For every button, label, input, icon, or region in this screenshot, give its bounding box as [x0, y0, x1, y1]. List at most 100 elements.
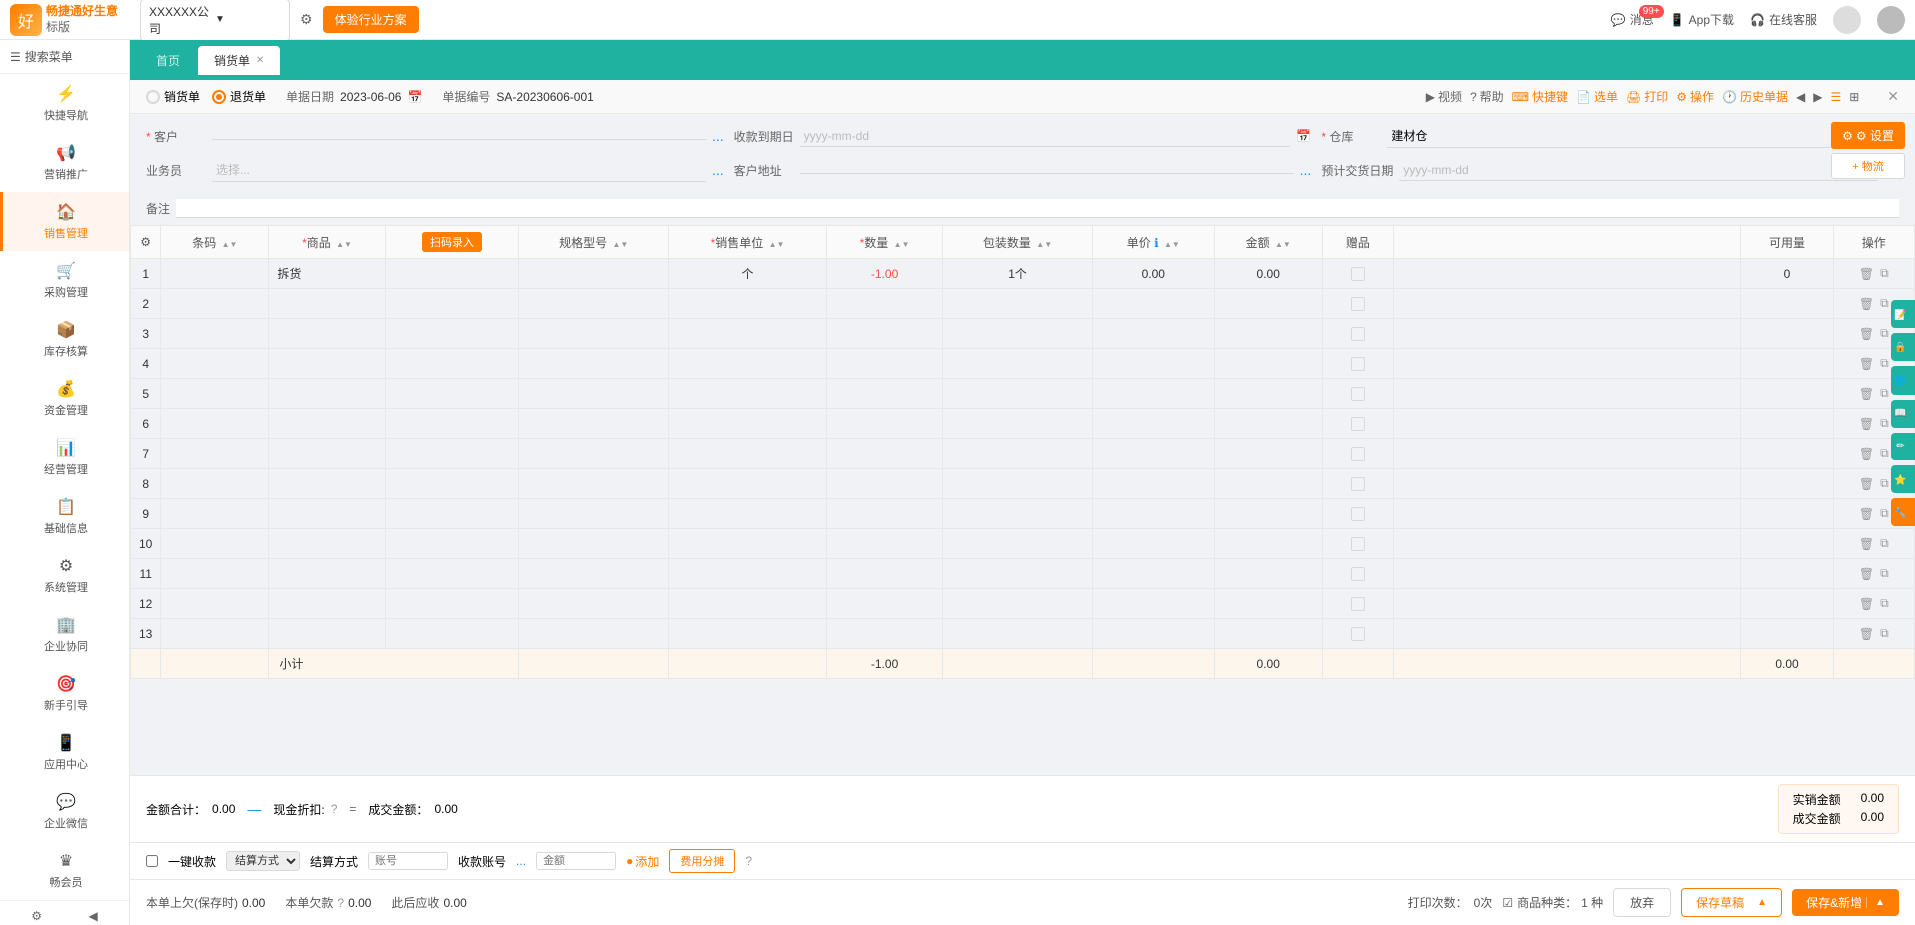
discount-info-icon[interactable]: ? — [331, 802, 338, 816]
row-pack-qty[interactable] — [943, 349, 1093, 379]
side-tab-star[interactable]: ⭐ — [1891, 465, 1915, 493]
row-barcode[interactable] — [161, 589, 269, 619]
row-quantity[interactable] — [826, 289, 942, 319]
row-remark[interactable] — [1394, 559, 1741, 589]
account-input[interactable] — [368, 852, 448, 870]
row-amount[interactable] — [1214, 589, 1322, 619]
copy-icon[interactable]: ⧉ — [1880, 386, 1889, 401]
row-pack-qty[interactable] — [943, 559, 1093, 589]
copy-icon[interactable]: ⧉ — [1880, 506, 1889, 521]
scan-col-header[interactable]: 扫码录入 — [385, 226, 519, 259]
row-amount[interactable] — [1214, 409, 1322, 439]
row-spec[interactable] — [519, 499, 669, 529]
sidebar-item-wechat[interactable]: 💬 企业微信 — [0, 782, 129, 841]
delete-icon[interactable]: 🗑 — [1859, 597, 1874, 611]
row-unit[interactable] — [669, 499, 827, 529]
row-amount[interactable] — [1214, 469, 1322, 499]
payment-help-icon[interactable]: ? — [745, 854, 752, 868]
row-barcode[interactable] — [161, 409, 269, 439]
row-amount[interactable] — [1214, 349, 1322, 379]
row-amount[interactable] — [1214, 379, 1322, 409]
delete-icon[interactable]: 🗑 — [1859, 327, 1874, 341]
logistics-button[interactable]: + 物流 — [1831, 153, 1905, 179]
row-unit[interactable] — [669, 559, 827, 589]
delete-icon[interactable]: 🗑 — [1859, 507, 1874, 521]
minus-icon[interactable]: — — [247, 801, 261, 817]
customer-dots-icon[interactable]: ... — [712, 128, 724, 144]
row-quantity[interactable] — [826, 469, 942, 499]
history-action[interactable]: 🕐 历史单据 — [1722, 88, 1788, 105]
sidebar-collapse-icon[interactable]: ◀ — [89, 909, 98, 923]
row-gift[interactable] — [1322, 379, 1393, 409]
row-pack-qty[interactable] — [943, 469, 1093, 499]
table-settings-icon[interactable]: ⚙ — [140, 235, 151, 249]
copy-icon[interactable]: ⧉ — [1880, 596, 1889, 611]
row-unit-price[interactable] — [1092, 349, 1214, 379]
sidebar-item-sales[interactable]: 🏠 销售管理 — [0, 192, 129, 251]
next-record-icon[interactable]: ▶ — [1813, 90, 1822, 104]
row-unit[interactable] — [669, 289, 827, 319]
save-draft-button[interactable]: 保存草稿 ▲ — [1681, 888, 1782, 917]
sidebar-item-basic[interactable]: 📋 基础信息 — [0, 487, 129, 546]
add-payment-button[interactable]: ● 添加 — [626, 853, 659, 870]
barcode-sort-icon[interactable]: ▲▼ — [222, 240, 238, 249]
one-click-payment-checkbox[interactable] — [146, 855, 158, 867]
sidebar-settings-icon[interactable]: ⚙ — [31, 909, 42, 923]
copy-icon[interactable]: ⧉ — [1880, 296, 1889, 311]
total-debt-info-icon[interactable]: ? — [337, 896, 344, 910]
row-remark[interactable] — [1394, 289, 1741, 319]
row-gift[interactable] — [1322, 529, 1393, 559]
row-barcode[interactable] — [161, 259, 269, 289]
row-gift[interactable] — [1322, 349, 1393, 379]
row-barcode[interactable] — [161, 619, 269, 649]
side-tab-book[interactable]: 📖 — [1891, 400, 1915, 428]
row-unit[interactable] — [669, 529, 827, 559]
copy-icon[interactable]: ⧉ — [1880, 446, 1889, 461]
prev-record-icon[interactable]: ◀ — [1796, 90, 1805, 104]
side-tab-note[interactable]: 📝 — [1891, 300, 1915, 328]
row-remark[interactable] — [1394, 619, 1741, 649]
row-spec[interactable] — [519, 619, 669, 649]
row-unit-price[interactable] — [1092, 499, 1214, 529]
copy-icon[interactable]: ⧉ — [1880, 566, 1889, 581]
row-pack-qty[interactable] — [943, 289, 1093, 319]
help-action[interactable]: ? 帮助 — [1470, 88, 1504, 105]
row-spec[interactable] — [519, 589, 669, 619]
row-quantity[interactable] — [826, 349, 942, 379]
save-new-button[interactable]: 保存&新增 ▲ — [1792, 889, 1899, 916]
expense-split-button[interactable]: 费用分摊 — [669, 849, 735, 873]
row-unit-price[interactable] — [1092, 469, 1214, 499]
due-date-calendar-icon[interactable]: 📅 — [1296, 129, 1311, 143]
row-unit-price[interactable] — [1092, 289, 1214, 319]
quantity-sort-icon[interactable]: ▲▼ — [894, 240, 910, 249]
copy-icon[interactable]: ⧉ — [1880, 356, 1889, 371]
delete-icon[interactable]: 🗑 — [1859, 267, 1874, 281]
settings-col-header[interactable]: ⚙ — [131, 226, 161, 259]
row-goods[interactable] — [269, 379, 385, 409]
row-goods[interactable] — [269, 289, 385, 319]
row-unit-price[interactable] — [1092, 589, 1214, 619]
tab-sales-order[interactable]: 销货单 ✕ — [198, 46, 280, 75]
row-goods[interactable] — [269, 439, 385, 469]
row-unit[interactable] — [669, 439, 827, 469]
remarks-input[interactable] — [176, 199, 1899, 218]
close-tab-icon[interactable]: ✕ — [256, 55, 264, 66]
sidebar-item-app-center[interactable]: 📱 应用中心 — [0, 723, 129, 782]
row-unit-price[interactable] — [1092, 559, 1214, 589]
row-spec[interactable] — [519, 439, 669, 469]
row-unit[interactable] — [669, 409, 827, 439]
side-tab-pencil[interactable]: ✏ — [1891, 433, 1915, 460]
row-amount[interactable] — [1214, 529, 1322, 559]
side-tab-action[interactable]: 🔧 — [1891, 498, 1915, 526]
customer-address-input[interactable] — [800, 167, 1294, 174]
row-quantity[interactable] — [826, 439, 942, 469]
experience-button[interactable]: 体验行业方案 — [323, 6, 419, 33]
copy-icon[interactable]: ⧉ — [1880, 476, 1889, 491]
close-form-button[interactable]: ✕ — [1887, 88, 1899, 105]
row-unit-price[interactable] — [1092, 379, 1214, 409]
row-gift[interactable] — [1322, 319, 1393, 349]
salesperson-input[interactable]: 选择... — [212, 158, 706, 182]
delete-icon[interactable]: 🗑 — [1859, 387, 1874, 401]
row-barcode[interactable] — [161, 439, 269, 469]
row-unit[interactable] — [669, 379, 827, 409]
